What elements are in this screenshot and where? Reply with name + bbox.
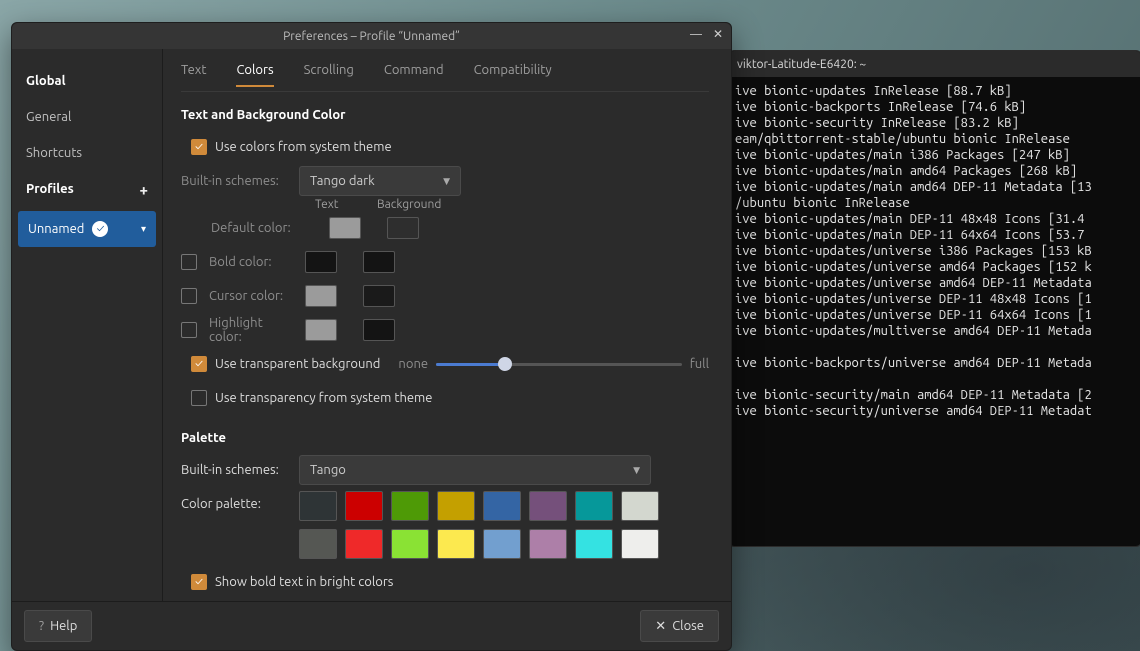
- sidebar-general[interactable]: General: [12, 99, 162, 135]
- palette-swatch-11[interactable]: [437, 529, 475, 559]
- transparency-slider[interactable]: [436, 354, 682, 374]
- palette-swatch-12[interactable]: [483, 529, 521, 559]
- col-text: Text: [315, 198, 353, 211]
- terminal-output: ive bionic-updates InRelease [88.7 kB] i…: [729, 77, 1140, 425]
- sidebar-global[interactable]: Global: [12, 63, 162, 99]
- close-window-button[interactable]: ✕: [711, 27, 725, 41]
- lbl-bold-bright: Show bold text in bright colors: [215, 575, 393, 589]
- dialog-footer: ? Help ✕ Close: [12, 601, 731, 650]
- swatch-highlight-text[interactable]: [305, 319, 337, 341]
- lbl-use-system-theme: Use colors from system theme: [215, 140, 392, 154]
- help-button[interactable]: ? Help: [24, 610, 92, 642]
- swatch-cursor-bg[interactable]: [363, 285, 395, 307]
- preferences-dialog: Preferences – Profile “Unnamed” ― ✕ Glob…: [11, 22, 732, 651]
- palette-swatch-2[interactable]: [391, 491, 429, 521]
- chk-cursor[interactable]: [181, 288, 197, 304]
- lbl-full: full: [690, 357, 709, 371]
- tab-colors[interactable]: Colors: [236, 63, 273, 87]
- palette-swatch-9[interactable]: [345, 529, 383, 559]
- palette-swatch-3[interactable]: [437, 491, 475, 521]
- palette-swatch-5[interactable]: [529, 491, 567, 521]
- palette-grid: [299, 491, 669, 559]
- chk-sys-transparency[interactable]: [191, 390, 207, 406]
- palette-swatch-1[interactable]: [345, 491, 383, 521]
- chk-use-system-theme[interactable]: ✓: [191, 139, 207, 155]
- tab-command[interactable]: Command: [384, 63, 444, 85]
- help-label: Help: [50, 619, 77, 633]
- combo-scheme-value: Tango dark: [310, 174, 433, 188]
- sidebar-profiles[interactable]: Profiles +: [12, 171, 162, 207]
- section-palette: Palette: [181, 431, 709, 445]
- palette-swatch-8[interactable]: [299, 529, 337, 559]
- lbl-transparent-bg: Use transparent background: [215, 357, 380, 371]
- swatch-default-bg[interactable]: [387, 217, 419, 239]
- chk-bold[interactable]: [181, 254, 197, 270]
- swatch-highlight-bg[interactable]: [363, 319, 395, 341]
- tab-text[interactable]: Text: [181, 63, 206, 85]
- help-icon: ?: [39, 619, 44, 633]
- swatch-default-text[interactable]: [329, 217, 361, 239]
- chevron-down-icon[interactable]: ▾: [141, 223, 146, 235]
- profile-name: Unnamed: [28, 222, 84, 236]
- swatch-bold-bg[interactable]: [363, 251, 395, 273]
- palette-swatch-15[interactable]: [621, 529, 659, 559]
- tabs: Text Colors Scrolling Command Compatibil…: [181, 63, 709, 92]
- lbl-default: Default color:: [211, 221, 321, 235]
- col-bg: Background: [377, 198, 441, 211]
- chevron-down-icon: ▼: [633, 465, 640, 476]
- terminal-window[interactable]: viktor-Latitude-E6420: ~ ive bionic-upda…: [728, 50, 1140, 547]
- main-panel: Text Colors Scrolling Command Compatibil…: [163, 49, 731, 601]
- minimize-button[interactable]: ―: [689, 27, 703, 41]
- lbl-color-palette: Color palette:: [181, 491, 291, 511]
- tab-scrolling[interactable]: Scrolling: [304, 63, 354, 85]
- sidebar: Global General Shortcuts Profiles + Unna…: [12, 49, 163, 601]
- close-label: Close: [672, 619, 704, 633]
- palette-swatch-0[interactable]: [299, 491, 337, 521]
- profile-active-icon: ✓: [92, 221, 108, 237]
- sidebar-profile-unnamed[interactable]: Unnamed ✓ ▾: [18, 211, 156, 247]
- section-text-bg: Text and Background Color: [181, 108, 709, 122]
- terminal-title: viktor-Latitude-E6420: ~: [729, 51, 1140, 77]
- sidebar-shortcuts[interactable]: Shortcuts: [12, 135, 162, 171]
- swatch-bold-text[interactable]: [305, 251, 337, 273]
- dialog-titlebar[interactable]: Preferences – Profile “Unnamed” ― ✕: [12, 23, 731, 49]
- palette-swatch-14[interactable]: [575, 529, 613, 559]
- chk-highlight[interactable]: [181, 322, 197, 338]
- combo-palette-scheme[interactable]: Tango ▼: [299, 455, 651, 485]
- lbl-cursor: Cursor color:: [209, 289, 297, 303]
- chk-bold-bright[interactable]: ✓: [191, 574, 207, 590]
- tab-compatibility[interactable]: Compatibility: [474, 63, 552, 85]
- lbl-bold: Bold color:: [209, 255, 297, 269]
- lbl-sys-transparency: Use transparency from system theme: [215, 391, 432, 405]
- swatch-cursor-text[interactable]: [305, 285, 337, 307]
- chevron-down-icon: ▼: [443, 176, 450, 187]
- combo-palette-value: Tango: [310, 463, 623, 477]
- lbl-none: none: [398, 357, 428, 371]
- chk-transparent-bg[interactable]: ✓: [191, 356, 207, 372]
- palette-swatch-10[interactable]: [391, 529, 429, 559]
- palette-swatch-7[interactable]: [621, 491, 659, 521]
- lbl-builtin-schemes: Built-in schemes:: [181, 174, 291, 188]
- close-icon: ✕: [655, 619, 666, 634]
- palette-swatch-6[interactable]: [575, 491, 613, 521]
- add-profile-icon[interactable]: +: [140, 181, 148, 198]
- lbl-palette-schemes: Built-in schemes:: [181, 463, 291, 477]
- lbl-highlight: Highlight color:: [209, 316, 297, 344]
- palette-swatch-13[interactable]: [529, 529, 567, 559]
- combo-scheme[interactable]: Tango dark ▼: [299, 166, 461, 196]
- dialog-title: Preferences – Profile “Unnamed”: [283, 30, 460, 43]
- palette-swatch-4[interactable]: [483, 491, 521, 521]
- close-button[interactable]: ✕ Close: [640, 610, 719, 642]
